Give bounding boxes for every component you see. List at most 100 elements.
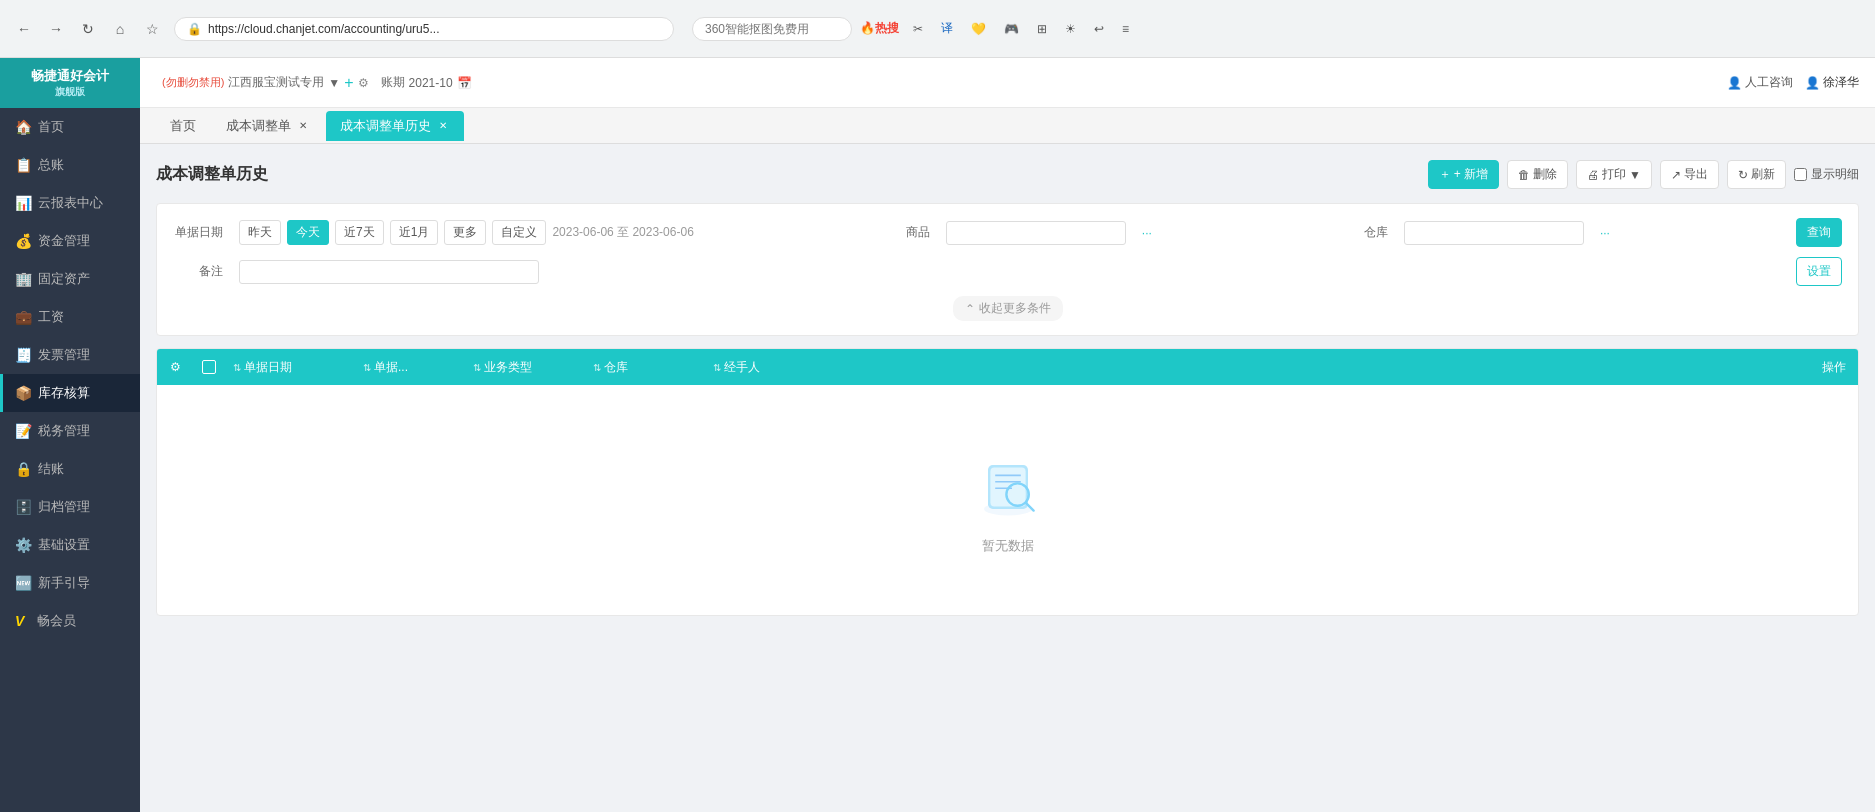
ssl-icon: 🔒 bbox=[187, 22, 202, 36]
warehouse-filter-input[interactable] bbox=[1404, 221, 1584, 245]
table-header: ⚙ ⇅ 单据日期 ⇅ 单据... ⇅ 业务类型 bbox=[157, 349, 1858, 385]
home-button[interactable]: ⌂ bbox=[106, 15, 134, 43]
goods-filter-input[interactable] bbox=[946, 221, 1126, 245]
sidebar-item-fixed-assets[interactable]: 🏢 固定资产 bbox=[0, 260, 140, 298]
goods-more-icon[interactable]: ··· bbox=[1142, 226, 1152, 240]
goods-filter-label: 商品 bbox=[880, 224, 930, 241]
forward-button[interactable]: → bbox=[42, 15, 70, 43]
sidebar-label-home: 首页 bbox=[38, 118, 64, 136]
sidebar-item-reports[interactable]: 📊 云报表中心 bbox=[0, 184, 140, 222]
dropdown-icon: ▼ bbox=[328, 76, 340, 90]
date-btn-more[interactable]: 更多 bbox=[444, 220, 486, 245]
tab-home[interactable]: 首页 bbox=[156, 111, 210, 141]
ledger-icon: 📋 bbox=[15, 157, 32, 173]
sidebar-label-archive: 归档管理 bbox=[38, 498, 90, 516]
date-btn-custom[interactable]: 自定义 bbox=[492, 220, 546, 245]
sidebar-label-tax: 税务管理 bbox=[38, 422, 90, 440]
sidebar-item-ledger[interactable]: 📋 总账 bbox=[0, 146, 140, 184]
browser-right-area: 🔥热搜 ✂ 译 💛 🎮 ⊞ ☀ ↩ ≡ bbox=[692, 17, 1135, 41]
tab-cost-history[interactable]: 成本调整单历史 ✕ bbox=[326, 111, 464, 141]
export-btn[interactable]: ↗ 导出 bbox=[1660, 160, 1719, 189]
reload-button[interactable]: ↻ bbox=[74, 15, 102, 43]
tab-cost-history-label: 成本调整单历史 bbox=[340, 117, 431, 135]
tab-cost-history-close[interactable]: ✕ bbox=[436, 119, 450, 133]
undo-icon[interactable]: ↩ bbox=[1088, 20, 1110, 38]
display-col-toggle[interactable]: 显示明细 bbox=[1794, 166, 1859, 183]
col-warehouse[interactable]: ⇅ 仓库 bbox=[585, 359, 705, 376]
sidebar-item-tax[interactable]: 📝 税务管理 bbox=[0, 412, 140, 450]
menu-icon[interactable]: ≡ bbox=[1116, 20, 1135, 38]
wallet-icon[interactable]: 💛 bbox=[965, 20, 992, 38]
col-operator-label: 经手人 bbox=[724, 359, 760, 376]
note-filter-input[interactable] bbox=[239, 260, 539, 284]
company-select[interactable]: (勿删勿禁用) 江西服宝测试专用 ▼ + ⚙ bbox=[156, 72, 375, 94]
search-btn[interactable]: 查询 bbox=[1796, 218, 1842, 247]
topbar: (勿删勿禁用) 江西服宝测试专用 ▼ + ⚙ 账期 2021-10 📅 👤 人工… bbox=[140, 58, 1875, 108]
sidebar-label-closing: 结账 bbox=[38, 460, 64, 478]
sidebar-item-guide[interactable]: 🆕 新手引导 bbox=[0, 564, 140, 602]
warehouse-more-icon[interactable]: ··· bbox=[1600, 226, 1610, 240]
delete-btn[interactable]: 🗑 删除 bbox=[1507, 160, 1568, 189]
print-btn[interactable]: 🖨 打印 ▼ bbox=[1576, 160, 1652, 189]
collapse-btn[interactable]: ⌃ 收起更多条件 bbox=[953, 296, 1063, 321]
game-icon[interactable]: 🎮 bbox=[998, 20, 1025, 38]
select-all-checkbox[interactable] bbox=[202, 360, 216, 374]
tab-cost-adjust-label: 成本调整单 bbox=[226, 117, 291, 135]
col-num[interactable]: ⇅ 单据... bbox=[355, 359, 465, 376]
col-operator[interactable]: ⇅ 经手人 bbox=[705, 359, 835, 376]
add-icon[interactable]: + bbox=[344, 74, 353, 92]
col-checkbox-all[interactable] bbox=[193, 360, 225, 374]
new-label: + 新增 bbox=[1454, 166, 1488, 183]
reset-btn[interactable]: 设置 bbox=[1796, 257, 1842, 286]
col-settings-icon[interactable]: ⚙ bbox=[157, 360, 193, 374]
period-label: 账期 bbox=[381, 74, 405, 91]
scissors-icon[interactable]: ✂ bbox=[907, 20, 929, 38]
sidebar-item-archive[interactable]: 🗄️ 归档管理 bbox=[0, 488, 140, 526]
date-btn-7days[interactable]: 近7天 bbox=[335, 220, 384, 245]
refresh-btn[interactable]: ↻ 刷新 bbox=[1727, 160, 1786, 189]
tab-cost-adjust[interactable]: 成本调整单 ✕ bbox=[212, 111, 324, 141]
sidebar-item-vip[interactable]: V 畅会员 bbox=[0, 602, 140, 640]
topbar-right: 👤 人工咨询 👤 徐泽华 bbox=[1727, 74, 1859, 91]
col-ops: 操作 bbox=[1810, 359, 1858, 376]
tab-home-label: 首页 bbox=[170, 117, 196, 135]
translate-icon[interactable]: 译 bbox=[935, 18, 959, 39]
col-date[interactable]: ⇅ 单据日期 bbox=[225, 359, 355, 376]
apps-icon[interactable]: ⊞ bbox=[1031, 20, 1053, 38]
data-table: ⚙ ⇅ 单据日期 ⇅ 单据... ⇅ 业务类型 bbox=[156, 348, 1859, 616]
consultant-btn[interactable]: 👤 人工咨询 bbox=[1727, 74, 1793, 91]
bookmark-button[interactable]: ☆ bbox=[138, 15, 166, 43]
refresh-icon: ↻ bbox=[1738, 168, 1748, 182]
sidebar-item-inventory[interactable]: 📦 库存核算 bbox=[0, 374, 140, 412]
col-biz-type[interactable]: ⇅ 业务类型 bbox=[465, 359, 585, 376]
sidebar-item-closing[interactable]: 🔒 结账 bbox=[0, 450, 140, 488]
back-button[interactable]: ← bbox=[10, 15, 38, 43]
tab-bar: 首页 成本调整单 ✕ 成本调整单历史 ✕ bbox=[140, 108, 1875, 144]
reset-label: 设置 bbox=[1807, 263, 1831, 280]
calendar-icon[interactable]: 📅 bbox=[457, 76, 472, 90]
page-title: 成本调整单历史 bbox=[156, 164, 268, 185]
tab-cost-adjust-close[interactable]: ✕ bbox=[296, 119, 310, 133]
address-bar[interactable] bbox=[208, 22, 661, 36]
sidebar-item-funds[interactable]: 💰 资金管理 bbox=[0, 222, 140, 260]
sidebar-item-salary[interactable]: 💼 工资 bbox=[0, 298, 140, 336]
date-btn-1month[interactable]: 近1月 bbox=[390, 220, 439, 245]
date-btn-today[interactable]: 今天 bbox=[287, 220, 329, 245]
sidebar-item-settings[interactable]: ⚙️ 基础设置 bbox=[0, 526, 140, 564]
new-btn[interactable]: ＋ + 新增 bbox=[1428, 160, 1499, 189]
settings-icon-topbar[interactable]: ⚙ bbox=[358, 76, 369, 90]
print-icon: 🖨 bbox=[1587, 168, 1599, 182]
sidebar-item-home[interactable]: 🏠 首页 bbox=[0, 108, 140, 146]
sort-icon-warehouse: ⇅ bbox=[593, 362, 601, 373]
brightness-icon[interactable]: ☀ bbox=[1059, 20, 1082, 38]
display-col-checkbox[interactable] bbox=[1794, 168, 1807, 181]
filter-panel: 单据日期 昨天 今天 近7天 近1月 更多 自定义 2023-06-06 至 2… bbox=[156, 203, 1859, 336]
browser-search-input[interactable] bbox=[692, 17, 852, 41]
date-btn-yesterday[interactable]: 昨天 bbox=[239, 220, 281, 245]
address-bar-container[interactable]: 🔒 bbox=[174, 17, 674, 41]
user-area[interactable]: 👤 徐泽华 bbox=[1805, 74, 1859, 91]
browser-chrome: ← → ↻ ⌂ ☆ 🔒 🔥热搜 ✂ 译 💛 🎮 ⊞ ☀ ↩ ≡ bbox=[0, 0, 1875, 58]
logo-sub-text: 旗舰版 bbox=[31, 85, 109, 98]
sidebar-item-invoice[interactable]: 🧾 发票管理 bbox=[0, 336, 140, 374]
period-info: 账期 2021-10 📅 bbox=[381, 74, 472, 91]
